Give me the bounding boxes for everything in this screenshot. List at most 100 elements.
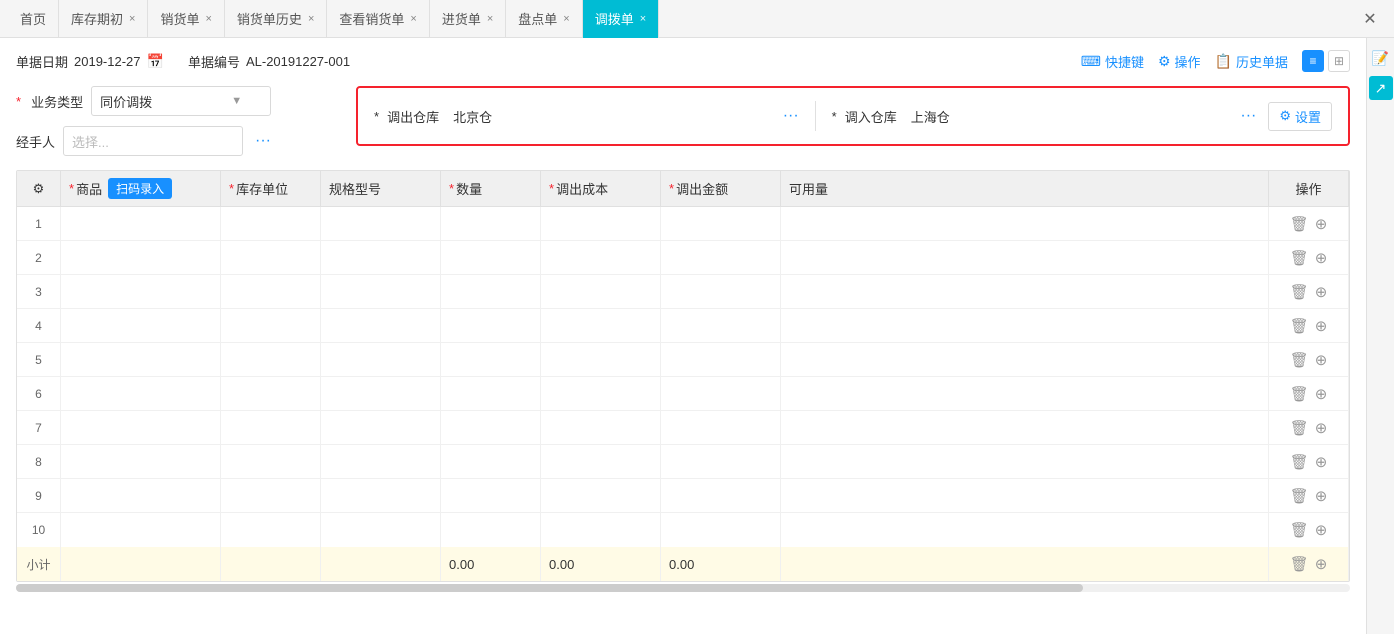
tab-transfer-close[interactable]: × xyxy=(640,13,646,25)
row-4-cost[interactable] xyxy=(541,309,661,343)
row-3-amount[interactable] xyxy=(661,275,781,309)
row-10-copy-icon[interactable]: ⊕ xyxy=(1315,521,1328,539)
tab-sales-history[interactable]: 销货单历史 × xyxy=(225,0,327,38)
row-2-copy-icon[interactable]: ⊕ xyxy=(1315,249,1328,267)
row-8-amount[interactable] xyxy=(661,445,781,479)
row-2-unit[interactable] xyxy=(221,241,321,275)
scan-button[interactable]: 扫码录入 xyxy=(108,178,172,199)
row-6-cost[interactable] xyxy=(541,377,661,411)
row-7-product[interactable] xyxy=(61,411,221,445)
row-9-unit[interactable] xyxy=(221,479,321,513)
horizontal-scrollbar[interactable] xyxy=(16,584,1350,592)
grid-view-button[interactable]: ⊞ xyxy=(1328,50,1350,72)
row-6-product[interactable] xyxy=(61,377,221,411)
tab-sales-order[interactable]: 销货单 × xyxy=(148,0,224,38)
row-4-qty[interactable] xyxy=(441,309,541,343)
row-9-copy-icon[interactable]: ⊕ xyxy=(1315,487,1328,505)
row-7-qty[interactable] xyxy=(441,411,541,445)
row-5-product[interactable] xyxy=(61,343,221,377)
row-8-unit[interactable] xyxy=(221,445,321,479)
row-8-delete-icon[interactable]: 🗑 xyxy=(1290,453,1309,471)
row-7-copy-icon[interactable]: ⊕ xyxy=(1315,419,1328,437)
in-warehouse-more-button[interactable]: ··· xyxy=(1240,107,1256,125)
tab-sales-history-close[interactable]: × xyxy=(308,13,314,25)
row-2-spec[interactable] xyxy=(321,241,441,275)
row-5-amount[interactable] xyxy=(661,343,781,377)
settings-button[interactable]: ⚙ 设置 xyxy=(1268,102,1332,131)
row-4-copy-icon[interactable]: ⊕ xyxy=(1315,317,1328,335)
list-view-button[interactable]: ≡ xyxy=(1302,50,1324,72)
row-7-spec[interactable] xyxy=(321,411,441,445)
row-1-unit[interactable] xyxy=(221,207,321,241)
row-2-product[interactable] xyxy=(61,241,221,275)
row-4-unit[interactable] xyxy=(221,309,321,343)
row-2-qty[interactable] xyxy=(441,241,541,275)
handler-more-button[interactable]: ··· xyxy=(255,132,271,150)
row-6-unit[interactable] xyxy=(221,377,321,411)
sidebar-note-icon[interactable]: 📝 xyxy=(1369,46,1393,70)
row-1-amount[interactable] xyxy=(661,207,781,241)
row-3-cost[interactable] xyxy=(541,275,661,309)
tab-view-sales[interactable]: 查看销货单 × xyxy=(327,0,429,38)
row-5-delete-icon[interactable]: 🗑 xyxy=(1290,351,1309,369)
row-6-copy-icon[interactable]: ⊕ xyxy=(1315,385,1328,403)
row-4-spec[interactable] xyxy=(321,309,441,343)
tab-sales-order-close[interactable]: × xyxy=(205,13,211,25)
row-3-qty[interactable] xyxy=(441,275,541,309)
row-2-amount[interactable] xyxy=(661,241,781,275)
row-1-spec[interactable] xyxy=(321,207,441,241)
row-6-amount[interactable] xyxy=(661,377,781,411)
tab-inventory-init-close[interactable]: × xyxy=(129,13,135,25)
out-warehouse-more-button[interactable]: ··· xyxy=(783,107,799,125)
row-1-product[interactable] xyxy=(61,207,221,241)
row-4-delete-icon[interactable]: 🗑 xyxy=(1290,317,1309,335)
row-10-product[interactable] xyxy=(61,513,221,547)
row-9-delete-icon[interactable]: 🗑 xyxy=(1290,487,1309,505)
row-6-delete-icon[interactable]: 🗑 xyxy=(1290,385,1309,403)
shortcuts-button[interactable]: ⌨ 快捷键 xyxy=(1081,52,1144,71)
tab-home[interactable]: 首页 xyxy=(8,0,59,38)
row-6-qty[interactable] xyxy=(441,377,541,411)
history-button[interactable]: 📋 历史单据 xyxy=(1215,52,1288,71)
row-8-spec[interactable] xyxy=(321,445,441,479)
row-7-unit[interactable] xyxy=(221,411,321,445)
calendar-icon[interactable]: 📅 xyxy=(147,53,164,70)
tab-stock-count-close[interactable]: × xyxy=(563,13,569,25)
row-10-amount[interactable] xyxy=(661,513,781,547)
row-9-product[interactable] xyxy=(61,479,221,513)
row-4-product[interactable] xyxy=(61,309,221,343)
row-6-spec[interactable] xyxy=(321,377,441,411)
th-gear[interactable]: ⚙ xyxy=(17,171,61,207)
row-3-spec[interactable] xyxy=(321,275,441,309)
row-10-spec[interactable] xyxy=(321,513,441,547)
row-10-unit[interactable] xyxy=(221,513,321,547)
row-1-delete-icon[interactable]: 🗑 xyxy=(1290,215,1309,233)
row-7-cost[interactable] xyxy=(541,411,661,445)
row-7-amount[interactable] xyxy=(661,411,781,445)
row-7-delete-icon[interactable]: 🗑 xyxy=(1290,419,1309,437)
tab-transfer[interactable]: 调拨单 × xyxy=(583,0,659,38)
row-9-cost[interactable] xyxy=(541,479,661,513)
sidebar-external-icon[interactable]: ↗ xyxy=(1369,76,1393,100)
row-3-product[interactable] xyxy=(61,275,221,309)
row-2-cost[interactable] xyxy=(541,241,661,275)
tab-purchase-order[interactable]: 进货单 × xyxy=(430,0,506,38)
row-1-cost[interactable] xyxy=(541,207,661,241)
row-5-qty[interactable] xyxy=(441,343,541,377)
operations-button[interactable]: ⚙ 操作 xyxy=(1158,52,1201,71)
row-1-copy-icon[interactable]: ⊕ xyxy=(1315,215,1328,233)
tab-stock-count[interactable]: 盘点单 × xyxy=(506,0,582,38)
row-10-delete-icon[interactable]: 🗑 xyxy=(1290,521,1309,539)
row-8-product[interactable] xyxy=(61,445,221,479)
row-5-cost[interactable] xyxy=(541,343,661,377)
window-close-button[interactable]: ✕ xyxy=(1354,0,1386,38)
row-9-spec[interactable] xyxy=(321,479,441,513)
row-3-delete-icon[interactable]: 🗑 xyxy=(1290,283,1309,301)
handler-select[interactable]: 选择... xyxy=(63,126,243,156)
biz-type-select[interactable]: 同价调拨 ▼ xyxy=(91,86,271,116)
row-8-copy-icon[interactable]: ⊕ xyxy=(1315,453,1328,471)
row-3-unit[interactable] xyxy=(221,275,321,309)
subtotal-copy-icon[interactable]: ⊕ xyxy=(1315,555,1328,573)
row-8-qty[interactable] xyxy=(441,445,541,479)
row-9-qty[interactable] xyxy=(441,479,541,513)
